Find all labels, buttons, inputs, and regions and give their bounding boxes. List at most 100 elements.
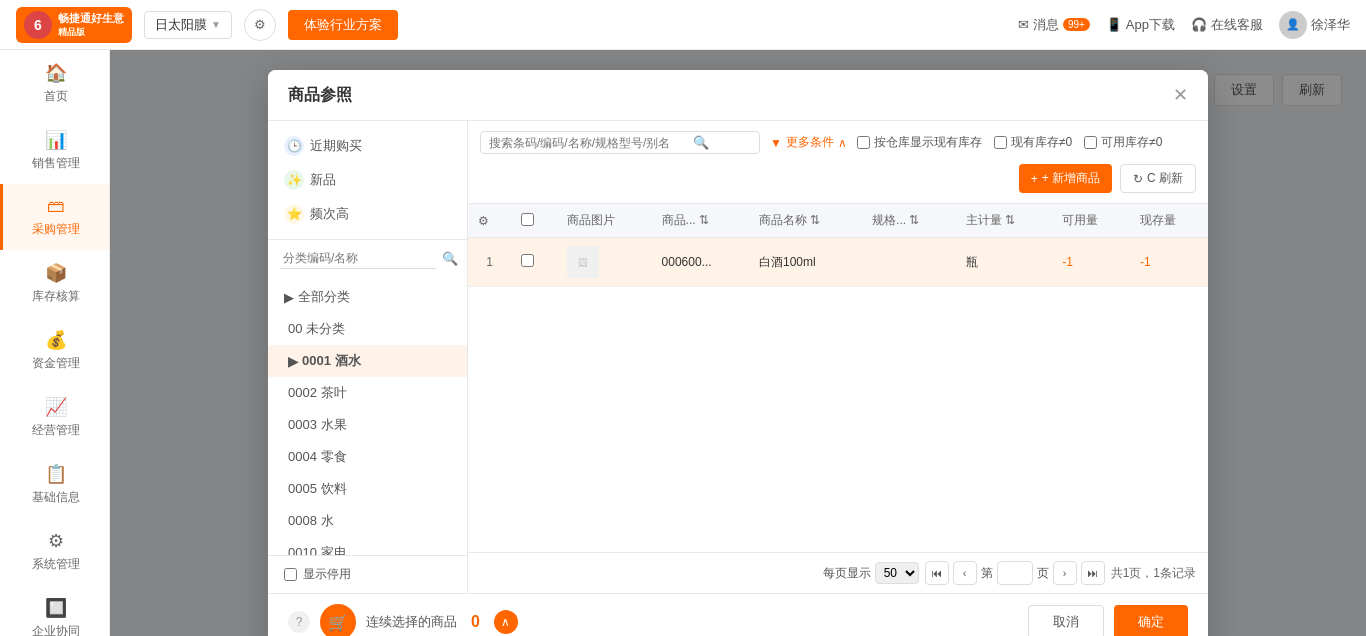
search-magnifier-icon: 🔍 (693, 135, 709, 150)
available-checkbox-label[interactable]: 可用库存≠0 (1084, 134, 1162, 151)
stock-checkbox[interactable] (994, 136, 1007, 149)
spec-col-header[interactable]: 规格... ⇅ (862, 204, 956, 238)
quick-access: 🕒 近期购买 ✨ 新品 ⭐ 频次高 (268, 121, 467, 240)
refresh-button[interactable]: ↻ C 刷新 (1120, 164, 1196, 193)
store-selector[interactable]: 日太阳膜 ▼ (144, 11, 232, 39)
new-product-icon: ✨ (284, 170, 304, 190)
filter-icon: ▼ (770, 136, 782, 150)
category-search-icon[interactable]: 🔍 (442, 251, 458, 266)
row-select-checkbox[interactable] (521, 254, 534, 267)
available-col-header: 可用量 (1052, 204, 1130, 238)
prev-page-button[interactable]: ‹ (953, 561, 977, 585)
next-page-button[interactable]: › (1053, 561, 1077, 585)
filter-button[interactable]: ▼ 更多条件 ∧ (770, 134, 847, 151)
available-checkbox[interactable] (1084, 136, 1097, 149)
cart-button[interactable]: 🛒 (320, 604, 356, 636)
sidebar-item-operations[interactable]: 📈 经营管理 (0, 384, 109, 451)
left-panel: 🕒 近期购买 ✨ 新品 ⭐ 频次高 (268, 121, 468, 593)
warehouse-checkbox-label[interactable]: 按仓库显示现有库存 (857, 134, 982, 151)
stock-col-header: 现存量 (1130, 204, 1208, 238)
category-item-appliance[interactable]: 0010 家电 (268, 537, 467, 555)
settings-icon[interactable]: ⚙ (244, 9, 276, 41)
dialog-header: 商品参照 ✕ (268, 70, 1208, 121)
recent-icon: 🕒 (284, 136, 304, 156)
store-arrow-icon: ▼ (211, 19, 221, 30)
category-item-tea[interactable]: 0002 茶叶 (268, 377, 467, 409)
select-all-checkbox[interactable] (521, 213, 534, 226)
code-sort-icon: ⇅ (699, 213, 709, 227)
first-page-button[interactable]: ⏮ (925, 561, 949, 585)
product-stock-cell: -1 (1130, 238, 1208, 287)
unit-col-header[interactable]: 主计量 ⇅ (956, 204, 1052, 238)
settings-col-header[interactable]: ⚙ (468, 204, 511, 238)
category-item-unclassified[interactable]: 00 未分类 (268, 313, 467, 345)
category-item-all[interactable]: ▶ 全部分类 (268, 281, 467, 313)
page-number-input[interactable]: 1 (997, 561, 1033, 585)
sidebar-item-enterprise[interactable]: 🔲 企业协同 (0, 585, 109, 636)
online-service-button[interactable]: 🎧 在线客服 (1191, 16, 1263, 34)
pagination: 每页显示 50 ⏮ ‹ 第 1 页 › (468, 552, 1208, 593)
sidebar-item-sales[interactable]: 📊 销售管理 (0, 117, 109, 184)
inventory-icon: 📦 (45, 262, 67, 284)
sidebar-item-inventory[interactable]: 📦 库存核算 (0, 250, 109, 317)
sidebar-item-finance[interactable]: 💰 资金管理 (0, 317, 109, 384)
category-item-snack[interactable]: 0004 零食 (268, 441, 467, 473)
category-item-fruit[interactable]: 0003 水果 (268, 409, 467, 441)
collapse-footer-button[interactable]: ∧ (494, 610, 518, 634)
sidebar-item-home[interactable]: 🏠 首页 (0, 50, 109, 117)
stock-checkbox-label[interactable]: 现有库存≠0 (994, 134, 1072, 151)
sidebar-item-system[interactable]: ⚙ 系统管理 (0, 518, 109, 585)
sales-icon: 📊 (45, 129, 67, 151)
message-icon: ✉ (1018, 17, 1029, 32)
cancel-button[interactable]: 取消 (1028, 605, 1104, 636)
table-row[interactable]: 1 🖼 000600... (468, 238, 1208, 287)
dialog-title: 商品参照 (288, 85, 352, 106)
quick-item-new[interactable]: ✨ 新品 (268, 163, 467, 197)
app-icon: 📱 (1106, 17, 1122, 32)
topbar-right: ✉ 消息 99+ 📱 App下载 🎧 在线客服 👤 徐泽华 (1018, 11, 1350, 39)
unit-sort-icon: ⇅ (1005, 213, 1015, 227)
category-item-liquor[interactable]: ▶ 0001 酒水 (268, 345, 467, 377)
messages-button[interactable]: ✉ 消息 99+ (1018, 16, 1090, 34)
sidebar-item-purchase[interactable]: 🗃 采购管理 (0, 184, 109, 250)
product-table: ⚙ 商品图片 商品... ⇅ 商品名称 ⇅ (468, 204, 1208, 287)
quick-item-frequent[interactable]: ⭐ 频次高 (268, 197, 467, 231)
per-page-select[interactable]: 50 (875, 562, 919, 584)
display-disabled-label: 显示停用 (303, 566, 351, 583)
last-page-button[interactable]: ⏭ (1081, 561, 1105, 585)
quick-item-recent[interactable]: 🕒 近期购买 (268, 129, 467, 163)
display-disabled-area: 显示停用 (268, 555, 467, 593)
add-product-button[interactable]: + + 新增商品 (1019, 164, 1112, 193)
category-search-area: 🔍 (268, 240, 467, 277)
product-search-box[interactable]: 🔍 (480, 131, 760, 154)
display-disabled-checkbox[interactable] (284, 568, 297, 581)
code-col-header[interactable]: 商品... ⇅ (652, 204, 749, 238)
toolbar-actions: + + 新增商品 ↻ C 刷新 (1019, 164, 1196, 193)
category-search-input[interactable] (280, 248, 436, 269)
app-download-button[interactable]: 📱 App下载 (1106, 16, 1175, 34)
category-item-beverage[interactable]: 0005 饮料 (268, 473, 467, 505)
trial-button[interactable]: 体验行业方案 (288, 10, 398, 40)
name-col-header[interactable]: 商品名称 ⇅ (749, 204, 862, 238)
total-info: 共1页，1条记录 (1111, 565, 1196, 582)
right-panel: 🔍 ▼ 更多条件 ∧ 按仓库显示现有库存 (468, 121, 1208, 593)
home-icon: 🏠 (45, 62, 67, 84)
confirm-button[interactable]: 确定 (1114, 605, 1188, 636)
product-search-input[interactable] (489, 136, 689, 150)
per-page-area: 每页显示 50 (823, 562, 919, 584)
sidebar-item-basic-info[interactable]: 📋 基础信息 (0, 451, 109, 518)
help-icon[interactable]: ? (288, 611, 310, 633)
operations-icon: 📈 (45, 396, 67, 418)
dialog-close-button[interactable]: ✕ (1173, 84, 1188, 106)
logo-icon: 6 (24, 11, 52, 39)
row-checkbox-cell (511, 238, 557, 287)
footer-right: 取消 确定 (1028, 605, 1188, 636)
category-item-water[interactable]: 0008 水 (268, 505, 467, 537)
headset-icon: 🎧 (1191, 17, 1207, 32)
frequent-icon: ⭐ (284, 204, 304, 224)
product-available-cell: -1 (1052, 238, 1130, 287)
user-area[interactable]: 👤 徐泽华 (1279, 11, 1350, 39)
continuous-label: 连续选择的商品 (366, 613, 457, 631)
basic-info-icon: 📋 (45, 463, 67, 485)
warehouse-checkbox[interactable] (857, 136, 870, 149)
